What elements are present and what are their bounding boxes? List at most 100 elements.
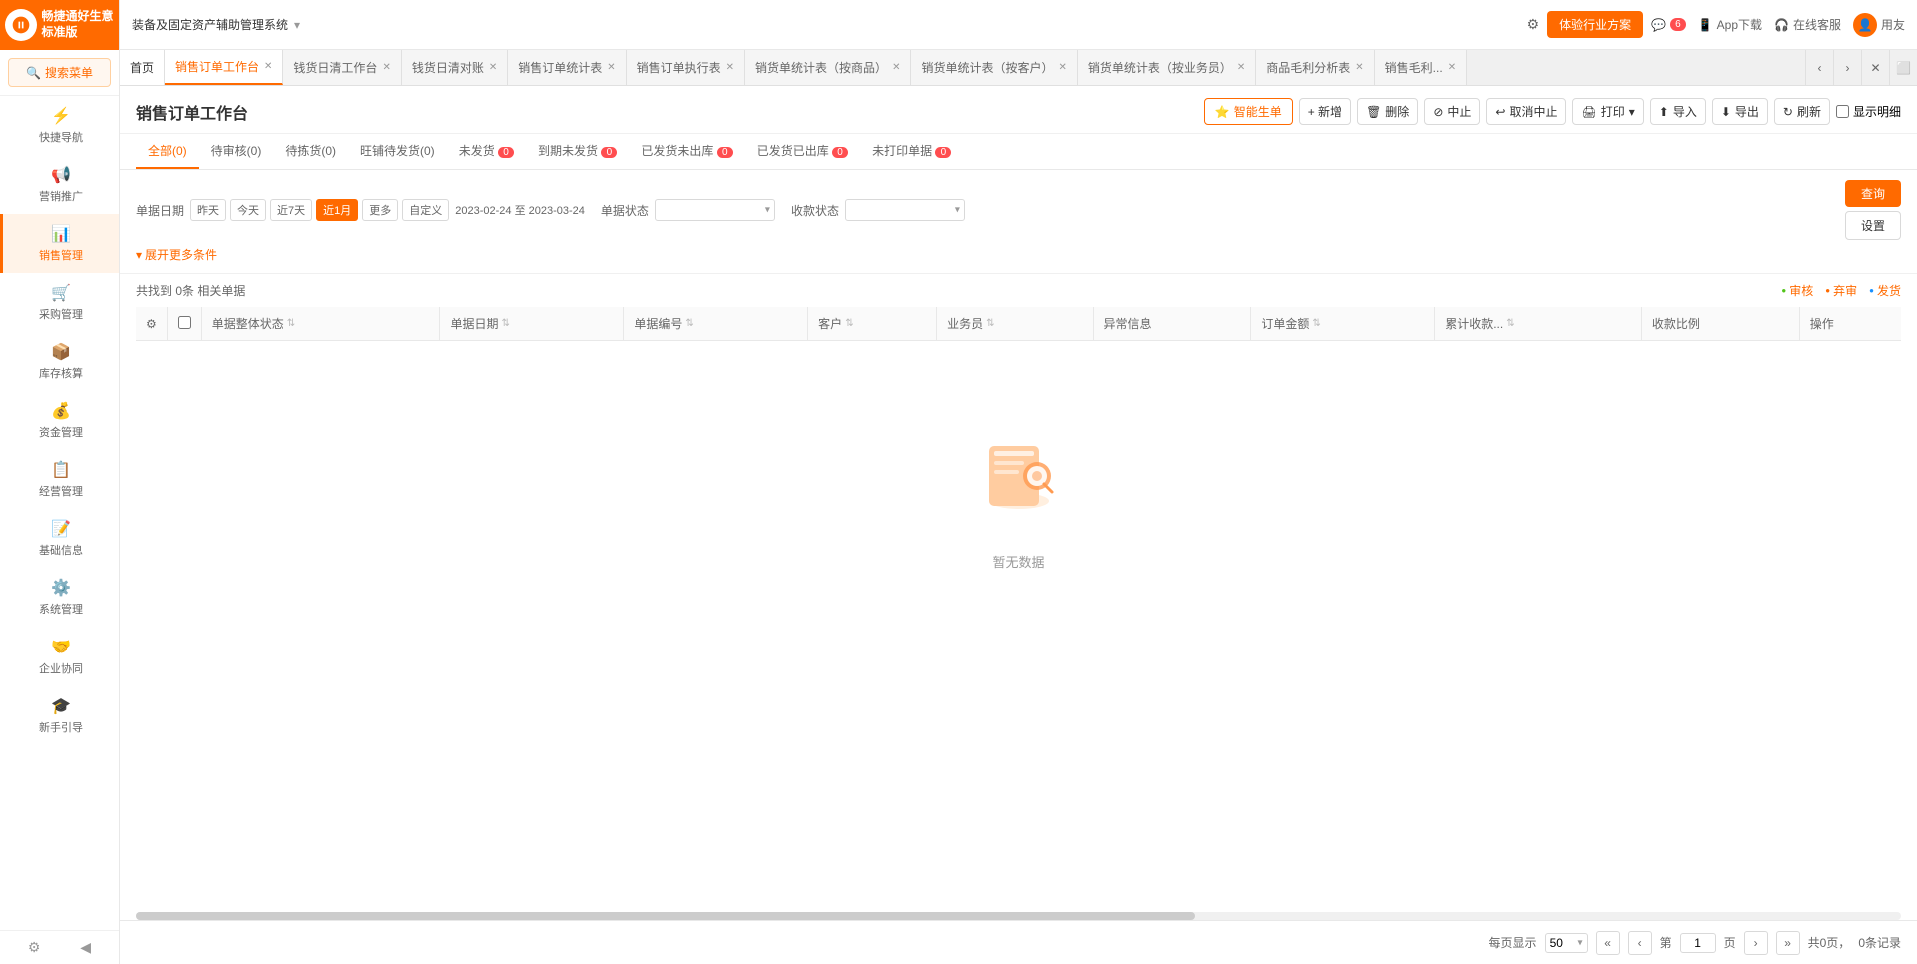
scrollbar-track[interactable] [136, 912, 1195, 920]
sort-amount[interactable]: 订单金额 ⇅ [1261, 315, 1424, 332]
stop-button[interactable]: ⊘ 中止 [1424, 98, 1480, 125]
date-btn-custom[interactable]: 自定义 [402, 199, 449, 221]
setting-button[interactable]: 设置 [1845, 211, 1901, 240]
sidebar-item-quick-nav[interactable]: ⚡ 快捷导航 [0, 96, 119, 155]
tab-sales-more[interactable]: 销售毛利... ✕ [1375, 50, 1467, 85]
payment-select[interactable] [845, 199, 965, 221]
sidebar-item-sales[interactable]: 📊 销售管理 [0, 214, 119, 273]
sidebar-item-marketing[interactable]: 📢 营销推广 [0, 155, 119, 214]
tab-close-all-icon[interactable]: ✕ [1861, 50, 1889, 86]
date-btn-more[interactable]: 更多 [362, 199, 398, 221]
sort-staff[interactable]: 业务员 ⇅ [947, 315, 1082, 332]
sidebar-item-operations[interactable]: 📋 经营管理 [0, 450, 119, 509]
tab-home[interactable]: 首页 [120, 50, 165, 85]
sidebar-item-basic[interactable]: 📝 基础信息 [0, 509, 119, 568]
tab-close-icon[interactable]: ✕ [892, 62, 900, 73]
page-last-button[interactable]: » [1776, 931, 1800, 955]
settings-bottom-icon[interactable]: ⚙ [28, 939, 41, 956]
page-number-input[interactable] [1680, 933, 1716, 953]
settings-gear-icon[interactable]: ⚙ [1527, 16, 1540, 33]
search-menu-button[interactable]: 🔍 搜索菜单 [8, 58, 111, 87]
date-btn-yesterday[interactable]: 昨天 [190, 199, 226, 221]
sort-date[interactable]: 单据日期 ⇅ [450, 315, 613, 332]
sort-status[interactable]: 单据整体状态 ⇅ [212, 315, 430, 332]
online-service-button[interactable]: 🎧 在线客服 [1774, 16, 1841, 33]
sort-number[interactable]: 单据编号 ⇅ [634, 315, 797, 332]
delete-button[interactable]: 🗑 删除 [1357, 98, 1418, 125]
expand-filter-button[interactable]: ▾ 展开更多条件 [136, 246, 1901, 263]
add-button[interactable]: + 新增 [1299, 98, 1351, 125]
tab-sales-summary-customer[interactable]: 销货单统计表（按客户） ✕ [911, 50, 1077, 85]
sidebar-item-purchase[interactable]: 🛒 采购管理 [0, 273, 119, 332]
tab-sales-summary-product[interactable]: 销货单统计表（按商品） ✕ [745, 50, 911, 85]
select-all-checkbox[interactable] [178, 316, 191, 329]
tab-scroll-right-icon[interactable]: › [1833, 50, 1861, 86]
tab-sales-workbench[interactable]: 销售订单工作台 ✕ [165, 50, 283, 85]
tab-product-margin[interactable]: 商品毛利分析表 ✕ [1256, 50, 1374, 85]
tab-cash-reconcile[interactable]: 钱货日清对账 ✕ [402, 50, 508, 85]
page-first-button[interactable]: « [1596, 931, 1620, 955]
sort-customer[interactable]: 客户 ⇅ [818, 315, 926, 332]
collapse-icon[interactable]: ◀ [80, 939, 91, 956]
tab-sales-stats[interactable]: 销售订单统计表 ✕ [508, 50, 626, 85]
date-btn-today[interactable]: 今天 [230, 199, 266, 221]
sub-tab-not-shipped[interactable]: 未发货 0 [447, 134, 526, 169]
refresh-button[interactable]: ↻ 刷新 [1774, 98, 1830, 125]
horizontal-scrollbar[interactable] [136, 912, 1901, 920]
query-button[interactable]: 查询 [1845, 180, 1901, 207]
tab-close-icon[interactable]: ✕ [607, 62, 615, 73]
tab-close-icon[interactable]: ✕ [489, 62, 497, 73]
status-select[interactable] [655, 199, 775, 221]
ship-action-link[interactable]: 发货 [1869, 282, 1901, 299]
tab-maximize-icon[interactable]: ⬜ [1889, 50, 1917, 86]
sidebar-item-enterprise[interactable]: 🤝 企业协同 [0, 627, 119, 686]
cancel-stop-button[interactable]: ↩ 取消中止 [1486, 98, 1566, 125]
date-btn-1month[interactable]: 近1月 [316, 199, 358, 221]
date-btn-7days[interactable]: 近7天 [270, 199, 312, 221]
import-button[interactable]: ⬆ 导入 [1650, 98, 1706, 125]
sub-tab-all[interactable]: 全部(0) [136, 134, 199, 169]
sub-tab-wangpu[interactable]: 旺铺待发货(0) [348, 134, 447, 169]
show-detail-checkbox[interactable]: 显示明细 [1836, 103, 1901, 120]
sub-tab-shipped-out[interactable]: 已发货已出库 0 [745, 134, 860, 169]
tab-sales-summary-staff[interactable]: 销货单统计表（按业务员） ✕ [1078, 50, 1256, 85]
review-action-link[interactable]: 审核 [1781, 282, 1813, 299]
sort-collected[interactable]: 累计收款... ⇅ [1445, 315, 1631, 332]
tab-close-icon[interactable]: ✕ [264, 61, 272, 72]
experience-button[interactable]: 体验行业方案 [1547, 11, 1643, 38]
th-customer: 客户 ⇅ [808, 307, 937, 341]
page-size-select[interactable]: 10 20 50 100 [1545, 933, 1588, 953]
tab-close-icon[interactable]: ✕ [1448, 62, 1456, 73]
export-button[interactable]: ⬇ 导出 [1712, 98, 1768, 125]
message-button[interactable]: 💬 6 [1651, 18, 1686, 32]
tab-close-icon[interactable]: ✕ [1058, 62, 1066, 73]
sub-tab-pending-inspect[interactable]: 待拣货(0) [273, 134, 348, 169]
page-next-button[interactable]: › [1744, 931, 1768, 955]
tab-label: 销售订单执行表 [637, 59, 721, 76]
tab-close-icon[interactable]: ✕ [1355, 62, 1363, 73]
app-download-button[interactable]: 📱 App下载 [1698, 16, 1762, 33]
tab-close-icon[interactable]: ✕ [1237, 62, 1245, 73]
sub-tab-not-printed[interactable]: 未打印单据 0 [860, 134, 963, 169]
sub-tab-shipped-not-out[interactable]: 已发货未出库 0 [629, 134, 744, 169]
sub-tab-pending-review[interactable]: 待审核(0) [199, 134, 274, 169]
tab-cash-daily[interactable]: 钱货日清工作台 ✕ [283, 50, 401, 85]
print-button[interactable]: 🖨 打印 ▾ [1572, 98, 1643, 125]
tab-scroll-left-icon[interactable]: ‹ [1805, 50, 1833, 86]
th-check[interactable] [167, 307, 201, 341]
abandon-review-action-link[interactable]: 弃审 [1825, 282, 1857, 299]
tab-close-icon[interactable]: ✕ [382, 62, 390, 73]
page-prev-button[interactable]: ‹ [1628, 931, 1652, 955]
sub-tab-overdue[interactable]: 到期未发货 0 [526, 134, 629, 169]
th-setting[interactable]: ⚙ [136, 307, 167, 341]
show-detail-input[interactable] [1836, 105, 1849, 118]
user-menu[interactable]: 👤 用友 [1853, 13, 1905, 37]
sidebar-item-inventory[interactable]: 📦 库存核算 [0, 332, 119, 391]
sidebar-search[interactable]: 🔍 搜索菜单 [0, 50, 119, 96]
sidebar-item-finance[interactable]: 💰 资金管理 [0, 391, 119, 450]
tab-close-icon[interactable]: ✕ [726, 62, 734, 73]
sidebar-item-newbie[interactable]: 🎓 新手引导 [0, 686, 119, 745]
tab-sales-exec[interactable]: 销售订单执行表 ✕ [627, 50, 745, 85]
smart-order-button[interactable]: ⭐ 智能生单 [1204, 98, 1293, 125]
sidebar-item-system[interactable]: ⚙️ 系统管理 [0, 568, 119, 627]
